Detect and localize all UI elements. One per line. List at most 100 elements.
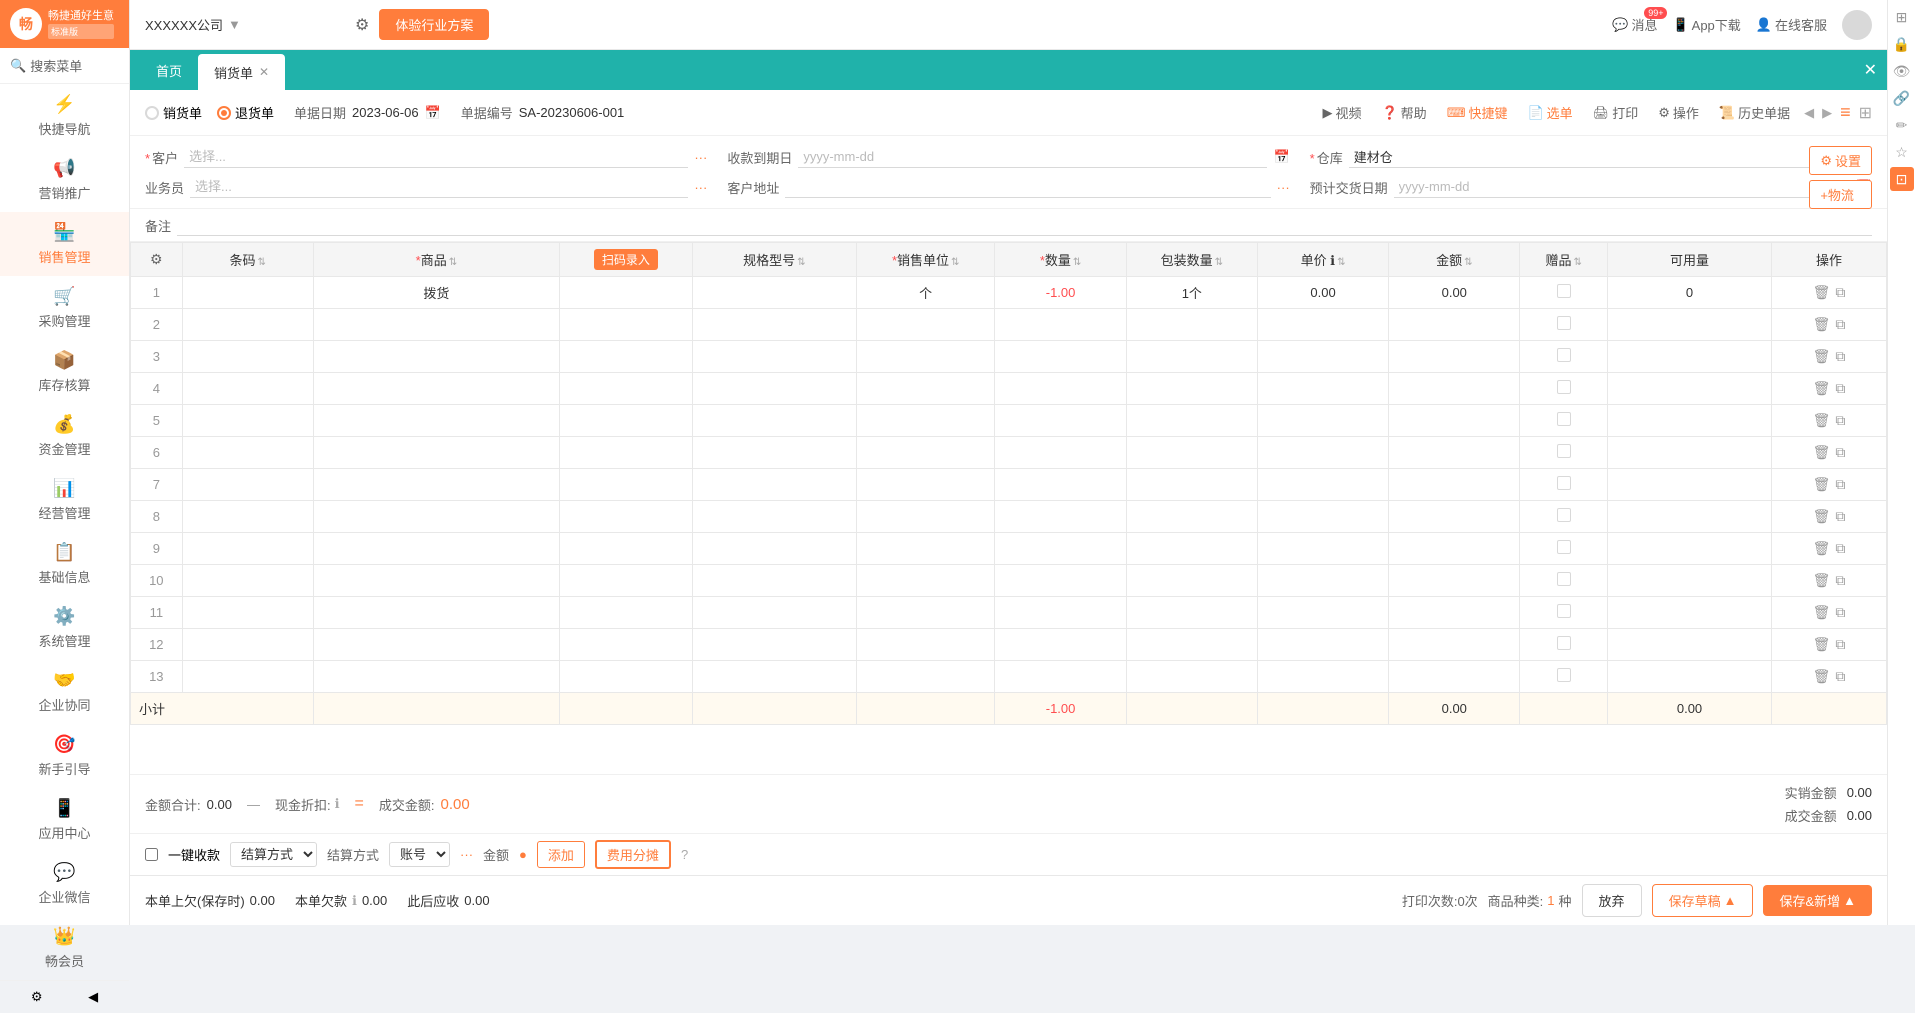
cell-price[interactable]: 0.00: [1257, 277, 1388, 309]
search-menu[interactable]: 🔍 搜索菜单: [0, 48, 129, 84]
due-date-calendar-icon[interactable]: 📅: [1273, 149, 1289, 165]
sidebar-item-marketing[interactable]: 📢 营销推广: [0, 148, 129, 212]
delete-icon[interactable]: 🗑: [1813, 412, 1831, 429]
copy-icon[interactable]: ⧉: [1835, 412, 1845, 429]
select-btn[interactable]: 📄 选单: [1521, 100, 1578, 125]
delete-icon[interactable]: 🗑: [1813, 284, 1831, 301]
setting-btn[interactable]: ⚙ 设置: [1809, 146, 1872, 175]
list-view-icon[interactable]: ≡: [1840, 102, 1851, 123]
cell-barcode[interactable]: [182, 277, 313, 309]
operate-btn[interactable]: ⚙ 操作: [1652, 100, 1705, 125]
copy-icon[interactable]: ⧉: [1835, 540, 1845, 557]
shortcut-btn[interactable]: ⌨ 快捷键: [1441, 100, 1514, 125]
copy-icon[interactable]: ⧉: [1835, 508, 1845, 525]
sidebar-item-basic[interactable]: 📋 基础信息: [0, 532, 129, 596]
expected-date-input[interactable]: [1394, 176, 1850, 198]
sidebar-item-member[interactable]: 👑 畅会员: [0, 916, 129, 980]
sidebar-item-sales[interactable]: 🏪 销售管理: [0, 212, 129, 276]
delete-icon[interactable]: 🗑: [1813, 476, 1831, 493]
salesperson-more-icon[interactable]: ···: [694, 180, 707, 195]
next-icon[interactable]: ▶: [1822, 105, 1832, 121]
copy-icon[interactable]: ⧉: [1835, 476, 1845, 493]
topbar-gear-icon[interactable]: ⚙: [355, 15, 369, 35]
tab-close-all-icon[interactable]: ✕: [1864, 60, 1877, 80]
customer-input[interactable]: [184, 146, 688, 168]
note-input[interactable]: [177, 214, 1872, 236]
sidebar-item-inventory[interactable]: 📦 库存核算: [0, 340, 129, 404]
cell-quantity[interactable]: -1.00: [995, 277, 1126, 309]
right-tool-5[interactable]: ✏: [1890, 113, 1914, 137]
customer-address-input[interactable]: [785, 176, 1270, 198]
debt-help-icon[interactable]: ℹ: [352, 893, 357, 909]
collapse-icon[interactable]: ◀: [88, 989, 98, 1005]
online-support-btn[interactable]: 👤 在线客服: [1756, 15, 1827, 34]
right-tool-6[interactable]: ☆: [1890, 140, 1914, 164]
discard-btn[interactable]: 放弃: [1582, 884, 1642, 917]
delete-icon[interactable]: 🗑: [1813, 380, 1831, 397]
copy-icon[interactable]: ⧉: [1835, 572, 1845, 589]
copy-icon[interactable]: ⧉: [1835, 636, 1845, 653]
logistics-btn[interactable]: +物流: [1809, 180, 1872, 209]
salesperson-input[interactable]: [190, 176, 688, 198]
tab-sales-order[interactable]: 销货单 ✕: [198, 54, 285, 90]
right-tool-7[interactable]: ⊡: [1890, 167, 1914, 191]
calendar-icon[interactable]: 📅: [425, 105, 441, 121]
account-more-icon[interactable]: ···: [460, 847, 473, 862]
delete-icon[interactable]: 🗑: [1813, 540, 1831, 557]
fee-split-btn[interactable]: 费用分摊: [595, 840, 671, 869]
account-select[interactable]: 账号: [389, 842, 450, 867]
user-avatar[interactable]: [1842, 10, 1872, 40]
sidebar-item-quick-nav[interactable]: ⚡ 快捷导航: [0, 84, 129, 148]
customer-address-more-icon[interactable]: ···: [1277, 180, 1290, 195]
grid-view-icon[interactable]: ⊞: [1859, 103, 1872, 123]
print-btn[interactable]: 🖨 打印: [1587, 100, 1645, 125]
sidebar-item-appstore[interactable]: 📱 应用中心: [0, 788, 129, 852]
delete-icon[interactable]: 🗑: [1813, 636, 1831, 653]
cell-unit[interactable]: 个: [856, 277, 995, 309]
right-tool-1[interactable]: ⊞: [1890, 5, 1914, 29]
add-icon[interactable]: ●: [519, 847, 527, 862]
discount-help-icon[interactable]: ℹ: [335, 796, 340, 812]
copy-icon[interactable]: ⧉: [1835, 348, 1845, 365]
scan-btn[interactable]: 扫码录入: [594, 249, 658, 270]
sidebar-item-system[interactable]: ⚙️ 系统管理: [0, 596, 129, 660]
save-new-btn[interactable]: 保存&新增 ▲: [1763, 885, 1872, 916]
warehouse-input[interactable]: [1349, 146, 1853, 168]
col-settings[interactable]: ⚙: [131, 243, 183, 277]
customer-more-icon[interactable]: ···: [694, 150, 707, 165]
delete-icon[interactable]: 🗑: [1813, 572, 1831, 589]
delete-icon[interactable]: 🗑: [1813, 508, 1831, 525]
copy-icon[interactable]: ⧉: [1835, 284, 1845, 301]
add-payment-btn[interactable]: 添加: [537, 841, 585, 868]
save-draft-btn[interactable]: 保存草稿 ▲: [1652, 884, 1754, 917]
trial-btn[interactable]: 体验行业方案: [379, 9, 489, 40]
sidebar-item-purchase[interactable]: 🛒 采购管理: [0, 276, 129, 340]
delete-icon[interactable]: 🗑: [1813, 604, 1831, 621]
app-download-btn[interactable]: 📱 App下载: [1672, 15, 1740, 34]
copy-icon[interactable]: ⧉: [1835, 444, 1845, 461]
fee-help-icon[interactable]: ?: [681, 847, 688, 862]
delete-icon[interactable]: 🗑: [1813, 348, 1831, 365]
copy-icon[interactable]: ⧉: [1835, 316, 1845, 333]
tab-close-icon[interactable]: ✕: [259, 65, 269, 79]
cell-pack-qty[interactable]: 1个: [1126, 277, 1257, 309]
sidebar-item-wechat[interactable]: 💬 企业微信: [0, 852, 129, 916]
copy-icon[interactable]: ⧉: [1835, 668, 1845, 685]
cell-gift[interactable]: [1520, 277, 1608, 309]
radio-sales-order[interactable]: 销货单: [145, 103, 202, 122]
history-btn[interactable]: 📜 历史单据: [1713, 100, 1796, 125]
help-btn[interactable]: ❓ 帮助: [1375, 100, 1432, 125]
delete-icon[interactable]: 🗑: [1813, 444, 1831, 461]
tab-home[interactable]: 首页: [140, 50, 198, 90]
video-btn[interactable]: ▶ 视频: [1316, 100, 1367, 125]
prev-icon[interactable]: ◀: [1804, 105, 1814, 121]
right-tool-3[interactable]: 👁: [1890, 59, 1914, 83]
payment-method-select[interactable]: 结算方式: [230, 842, 317, 867]
radio-return-order[interactable]: 退货单: [217, 103, 274, 122]
due-date-input[interactable]: [798, 146, 1267, 168]
right-tool-4[interactable]: 🔗: [1890, 86, 1914, 110]
delete-icon[interactable]: 🗑: [1813, 668, 1831, 685]
delete-icon[interactable]: 🗑: [1813, 316, 1831, 333]
company-selector[interactable]: XXXXXX公司 ▼: [145, 15, 345, 34]
cell-product[interactable]: 拨货: [313, 277, 559, 309]
